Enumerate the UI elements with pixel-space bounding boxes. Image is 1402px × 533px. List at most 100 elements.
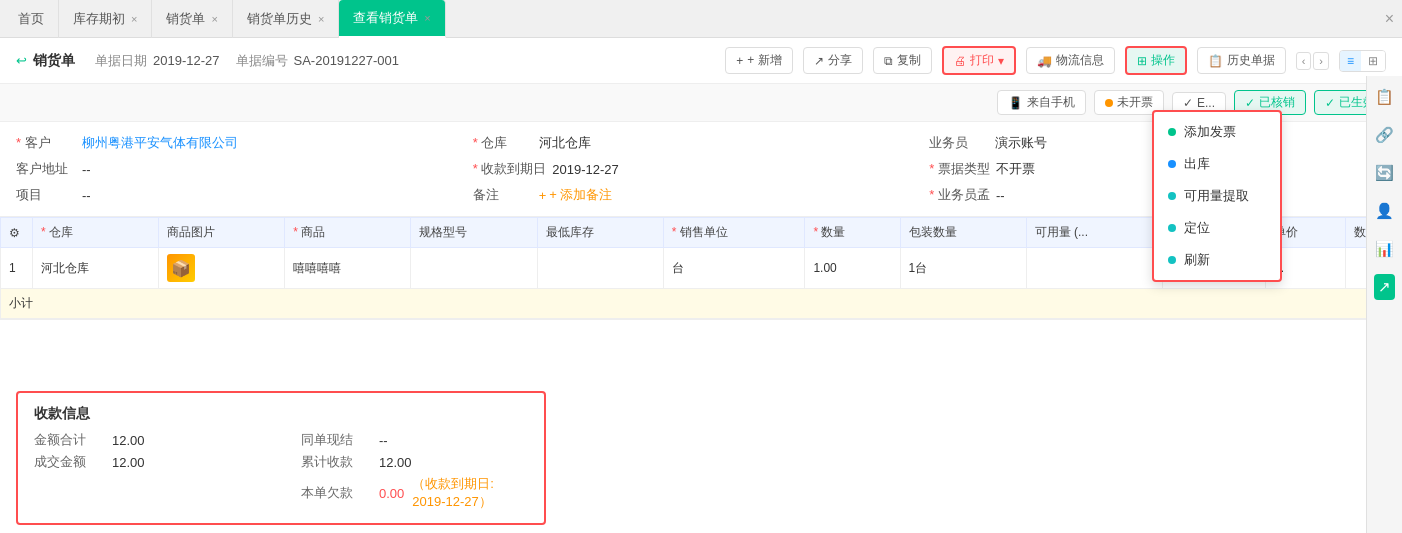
sidebar-copy-icon[interactable]: 📋 [1371, 84, 1398, 110]
subtotal-row: 小计 [1, 289, 1402, 319]
row-no: 1 [1, 248, 33, 289]
row-product: 嘻嘻嘻嘻 [285, 248, 411, 289]
col-min-stock: 最低库存 [537, 218, 663, 248]
cumulative-receipt-item: 累计收款 12.00 [301, 453, 528, 471]
new-icon: + [736, 54, 743, 68]
doc-number-value: SA-20191227-001 [294, 53, 400, 68]
from-phone-button[interactable]: 📱 来自手机 [997, 90, 1086, 115]
transaction-amount-value: 12.00 [112, 455, 145, 470]
address-value: -- [82, 162, 91, 177]
print-button[interactable]: 🖨 打印 ▾ [942, 46, 1016, 75]
current-owe-item: 本单欠款 0.00 （收款到期日: 2019-12-27） [301, 475, 528, 511]
doc-header: ↩ 销货单 单据日期 2019-12-27 单据编号 SA-20191227-0… [0, 38, 1402, 84]
operation-button[interactable]: ⊞ 操作 [1125, 46, 1187, 75]
confirm-label: E... [1197, 96, 1215, 110]
col-image: 商品图片 [159, 218, 285, 248]
doc-type-icon: ↩ [16, 53, 27, 68]
col-unit: 销售单位 [663, 218, 805, 248]
next-button[interactable]: › [1313, 52, 1329, 70]
address-label: 客户地址 [16, 160, 76, 178]
address-row: 客户地址 -- [16, 160, 473, 178]
window-close-button[interactable]: × [1385, 10, 1394, 28]
right-sidebar: 📋 🔗 🔄 👤 📊 ↗ [1366, 76, 1402, 533]
col-product: 商品 [285, 218, 411, 248]
doc-number-label: 单据编号 [236, 52, 288, 70]
prev-button[interactable]: ‹ [1296, 52, 1312, 70]
project-value: -- [82, 188, 91, 203]
tab-inventory-close[interactable]: × [131, 13, 137, 25]
sidebar-expand-icon[interactable]: ↗ [1374, 274, 1395, 300]
warehouse-label: 仓库 [473, 134, 533, 152]
outbound-dot [1168, 160, 1176, 168]
tab-sales-history-label: 销货单历史 [247, 10, 312, 28]
tab-sales-close[interactable]: × [211, 13, 217, 25]
sidebar-chart-icon[interactable]: 📊 [1371, 236, 1398, 262]
tab-view-sales-close[interactable]: × [424, 12, 430, 24]
logistics-button[interactable]: 🚚 物流信息 [1026, 47, 1115, 74]
add-invoice-item[interactable]: 添加发票 [1154, 116, 1280, 148]
current-owe-label: 本单欠款 [301, 484, 371, 502]
refresh-label: 刷新 [1184, 251, 1210, 269]
add-note-icon: + [539, 188, 547, 203]
due-date-row: 收款到期日 2019-12-27 [473, 160, 930, 178]
sidebar-link-icon[interactable]: 🔗 [1371, 122, 1398, 148]
row-package-qty: 1台 [900, 248, 1026, 289]
tab-sales-order[interactable]: 销货单 × [152, 0, 232, 38]
history-button[interactable]: 📋 历史单据 [1197, 47, 1286, 74]
copy-button[interactable]: ⧉ 复制 [873, 47, 932, 74]
copy-icon: ⧉ [884, 54, 893, 68]
logistics-label: 物流信息 [1056, 52, 1104, 69]
transaction-amount-label: 成交金额 [34, 453, 104, 471]
customer-label: 客户 [16, 134, 76, 152]
warehouse-row: 仓库 河北仓库 [473, 134, 930, 152]
product-thumbnail: 📦 [167, 254, 195, 282]
transaction-amount-item: 成交金额 12.00 [34, 453, 261, 471]
due-date-value: 2019-12-27 [552, 162, 619, 177]
cumulative-receipt-value: 12.00 [379, 455, 412, 470]
tab-inventory-init[interactable]: 库存期初 × [59, 0, 152, 38]
list-view-button[interactable]: ≡ [1340, 51, 1361, 71]
share-label: 分享 [828, 52, 852, 69]
sidebar-user-icon[interactable]: 👤 [1371, 198, 1398, 224]
ticket-type-value: 不开票 [996, 160, 1035, 178]
tab-sales-history-close[interactable]: × [318, 13, 324, 25]
tab-view-sales[interactable]: 查看销货单 × [339, 0, 445, 38]
print-icon: 🖨 [954, 54, 966, 68]
share-icon: ↗ [814, 54, 824, 68]
subtotal-label: 小计 [1, 289, 1402, 319]
sidebar-refresh-icon[interactable]: 🔄 [1371, 160, 1398, 186]
refresh-item[interactable]: 刷新 [1154, 244, 1280, 276]
row-available [1026, 248, 1163, 289]
same-order-item: 同单现结 -- [301, 431, 528, 449]
tab-view-sales-label: 查看销货单 [353, 9, 418, 27]
locate-item[interactable]: 定位 [1154, 212, 1280, 244]
confirm-icon: ✓ [1183, 96, 1193, 110]
print-dropdown-icon: ▾ [998, 54, 1004, 68]
col-settings[interactable]: ⚙ [1, 218, 33, 248]
col-warehouse: 仓库 [33, 218, 159, 248]
new-label: + 新增 [747, 52, 781, 69]
tab-sales-history[interactable]: 销货单历史 × [233, 0, 339, 38]
due-date-label: 收款到期日 [473, 160, 547, 178]
row-image: 📦 [159, 248, 285, 289]
effect-check-icon: ✓ [1325, 96, 1335, 110]
customer-value[interactable]: 柳州粤港平安气体有限公司 [82, 134, 238, 152]
operation-icon: ⊞ [1137, 54, 1147, 68]
add-note-button[interactable]: + + 添加备注 [539, 186, 613, 204]
logistics-icon: 🚚 [1037, 54, 1052, 68]
cancel-status-label: 已核销 [1259, 94, 1295, 111]
col-available: 可用量 (... [1026, 218, 1163, 248]
grid-view-button[interactable]: ⊞ [1361, 51, 1385, 71]
row-warehouse: 河北仓库 [33, 248, 159, 289]
new-button[interactable]: + + 新增 [725, 47, 792, 74]
doc-title: 销货单 [33, 52, 75, 70]
available-qty-item[interactable]: 可用量提取 [1154, 180, 1280, 212]
share-button[interactable]: ↗ 分享 [803, 47, 863, 74]
row-spec [411, 248, 537, 289]
col-quantity: 数量 [805, 218, 900, 248]
not-open-label: 未开票 [1117, 94, 1153, 111]
doc-number-item: 单据编号 SA-20191227-001 [236, 52, 400, 70]
outbound-item[interactable]: 出库 [1154, 148, 1280, 180]
project-label: 项目 [16, 186, 76, 204]
tab-home[interactable]: 首页 [8, 0, 59, 38]
